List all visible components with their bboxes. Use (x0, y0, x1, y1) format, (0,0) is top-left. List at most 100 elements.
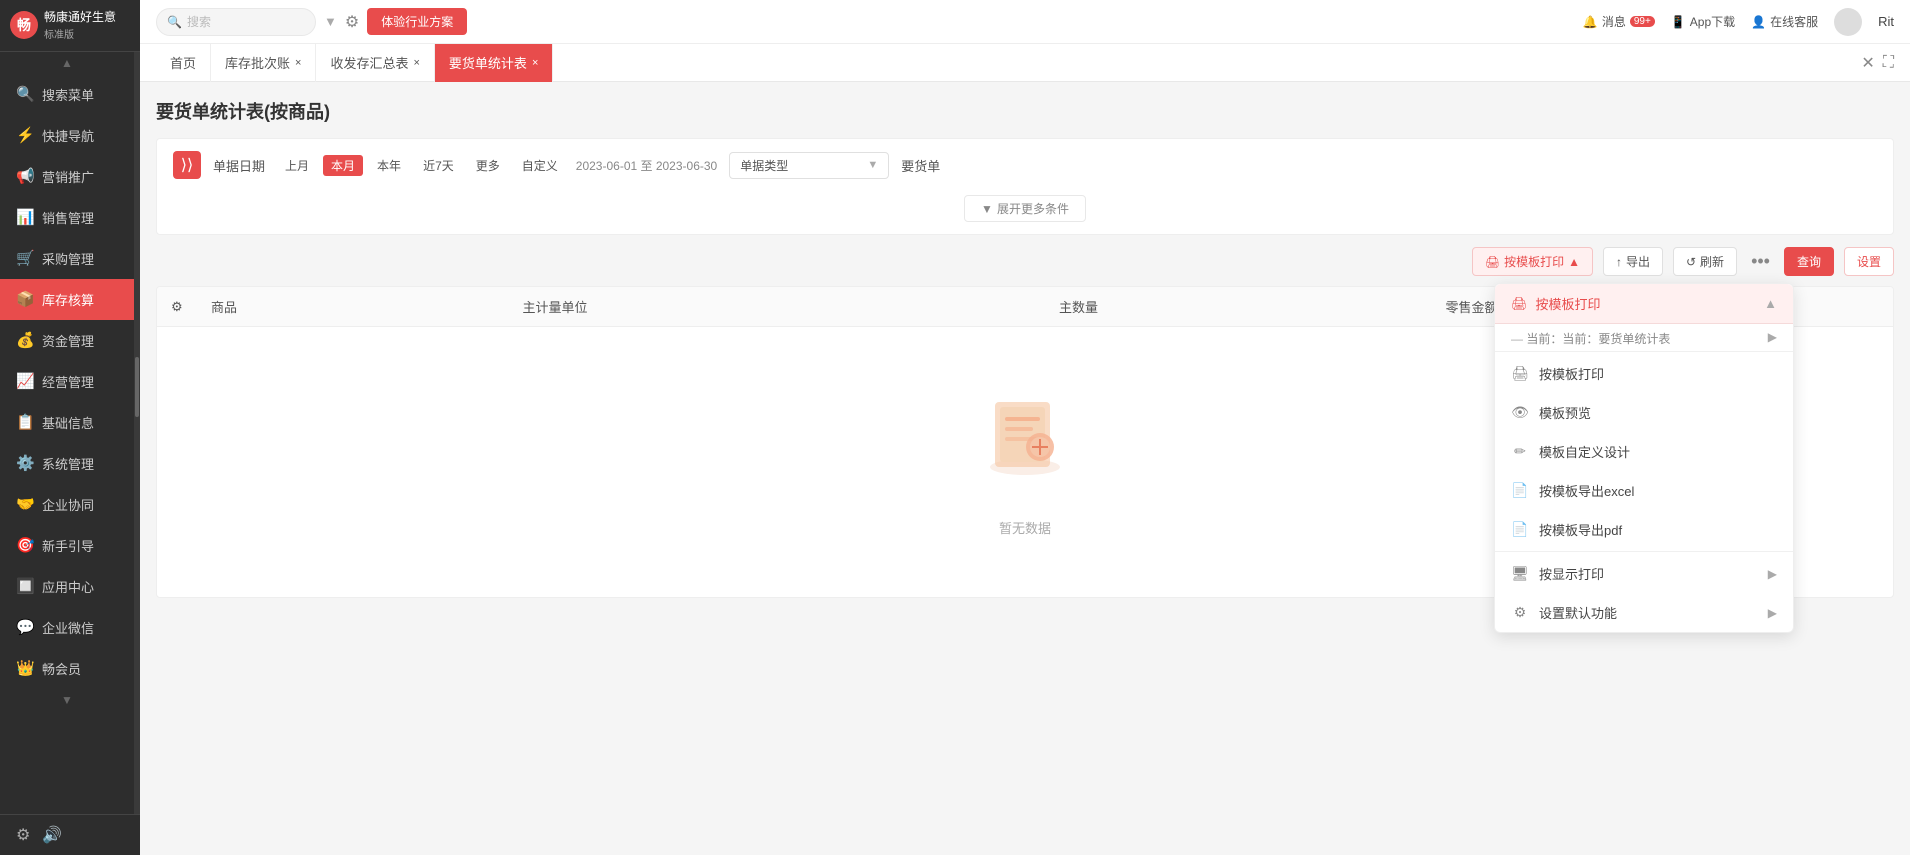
dropdown-item-display-print[interactable]: 🖥 按显示打印 ▶ (1495, 554, 1793, 593)
sales-icon: 📊 (16, 208, 34, 226)
date-option-this-month[interactable]: 本月 (323, 155, 363, 176)
search-box[interactable]: 🔍 搜索 (156, 8, 316, 36)
default-func-chevron: ▶ (1768, 606, 1777, 620)
display-print-icon: 🖥 (1511, 565, 1529, 582)
tab-order-stats-close[interactable]: × (532, 57, 538, 69)
template-excel-label: 按模板导出excel (1539, 481, 1634, 500)
dropdown-item-template-design[interactable]: ✏ 模板自定义设计 (1495, 432, 1793, 471)
member-icon: 👑 (16, 659, 34, 677)
expand-more-btn[interactable]: ▼ 展开更多条件 (964, 195, 1086, 222)
settings-col-icon[interactable]: ⚙ (171, 299, 183, 314)
filter-row-1: ⟩⟩ 单据日期 上月 本月 本年 近7天 更多 自定义 2023-06-01 至… (173, 151, 1877, 179)
sidebar-item-inventory[interactable]: 📦 库存核算 (0, 279, 134, 320)
sidebar-item-basic[interactable]: 📋 基础信息 (0, 402, 134, 443)
app-download-btn[interactable]: 📱 App下载 (1671, 13, 1735, 30)
settings-btn[interactable]: 设置 (1844, 247, 1894, 276)
dropdown-header-right: ▲ (1764, 296, 1777, 311)
select-chevron-icon: ▼ (867, 159, 878, 171)
sidebar: 畅 畅康通好生意 标准版 ▲ 🔍 搜索菜单 ⚡ 快捷导航 📢 营销推广 📊 (0, 0, 140, 855)
online-service-btn[interactable]: 👤 在线客服 (1751, 13, 1818, 30)
sidebar-item-purchase[interactable]: 🛒 采购管理 (0, 238, 134, 279)
print-label: 按模板打印 (1504, 253, 1564, 270)
settings-gear-icon[interactable]: ⚙ (345, 12, 359, 32)
sidebar-item-sales[interactable]: 📊 销售管理 (0, 197, 134, 238)
notifications-btn[interactable]: 🔔 消息 99+ (1583, 13, 1655, 30)
export-label: 导出 (1626, 253, 1650, 270)
sidebar-item-basic-label: 基础信息 (42, 413, 94, 432)
tab-order-stats[interactable]: 要货单统计表 × (435, 44, 553, 82)
sidebar-item-wechat[interactable]: 💬 企业微信 (0, 607, 134, 648)
app-download-label: App下载 (1690, 13, 1735, 30)
tab-receivable-summary[interactable]: 收发存汇总表 × (316, 44, 434, 82)
filter-expand-icon[interactable]: ⟩⟩ (173, 151, 201, 179)
sidebar-item-quick-nav[interactable]: ⚡ 快捷导航 (0, 115, 134, 156)
empty-text: 暂无数据 (999, 518, 1051, 537)
print-btn[interactable]: 🖨 按模板打印 ▲ (1472, 247, 1593, 276)
user-avatar[interactable] (1834, 8, 1862, 36)
top-header: 🔍 搜索 ▼ ⚙ 体验行业方案 🔔 消息 99+ 📱 App下载 👤 在线客服 … (140, 0, 1910, 44)
scroll-up-indicator: ▲ (0, 52, 134, 74)
sidebar-item-finance[interactable]: 💰 资金管理 (0, 320, 134, 361)
sidebar-item-search[interactable]: 🔍 搜索菜单 (0, 74, 134, 115)
action-bar: 🖨 按模板打印 ▲ ↑ 导出 ↺ 刷新 ••• 查询 设置 (156, 247, 1894, 276)
print-header-icon: 🖨 (1511, 296, 1528, 312)
logo-tag: 标准版 (44, 26, 116, 41)
trial-btn[interactable]: 体验行业方案 (367, 8, 467, 35)
sidebar-item-marketing[interactable]: 📢 营销推广 (0, 156, 134, 197)
table-col-unit: 主计量单位 (509, 287, 1045, 327)
sidebar-item-operation[interactable]: 📈 经营管理 (0, 361, 134, 402)
guide-icon: 🎯 (16, 536, 34, 554)
sidebar-item-app-center[interactable]: 🔲 应用中心 (0, 566, 134, 607)
tab-inventory-batch-close[interactable]: × (295, 57, 301, 69)
date-option-last-month[interactable]: 上月 (277, 155, 317, 176)
online-service-label: 在线客服 (1770, 13, 1818, 30)
dropdown-item-default-func[interactable]: ⚙ 设置默认功能 ▶ (1495, 593, 1793, 632)
sidebar-audio-icon[interactable]: 🔊 (42, 825, 62, 845)
date-option-custom[interactable]: 自定义 (514, 155, 566, 176)
marketing-icon: 📢 (16, 167, 34, 185)
dropdown-item-template-preview[interactable]: 👁 模板预览 (1495, 393, 1793, 432)
wechat-icon: 💬 (16, 618, 34, 636)
template-design-icon: ✏ (1511, 443, 1529, 460)
order-type-select[interactable]: 单据类型 ▼ (729, 152, 889, 179)
table-col-checkbox[interactable]: ⚙ (157, 287, 197, 327)
divider-1 (1495, 351, 1793, 352)
maximize-icon[interactable]: ⛶ (1883, 54, 1894, 72)
sidebar-item-collab[interactable]: 🤝 企业协同 (0, 484, 134, 525)
collab-icon: 🤝 (16, 495, 34, 513)
sidebar-scroll-thumb (135, 357, 139, 417)
sidebar-item-member[interactable]: 👑 畅会员 (0, 648, 134, 689)
dropdown-collapse-icon[interactable]: ▲ (1764, 296, 1777, 311)
tab-home[interactable]: 首页 (156, 44, 211, 82)
date-option-this-year[interactable]: 本年 (369, 155, 409, 176)
dropdown-arrow[interactable]: ▼ (324, 14, 337, 29)
sidebar-item-system[interactable]: ⚙️ 系统管理 (0, 443, 134, 484)
sidebar-logo: 畅 畅康通好生意 标准版 (0, 0, 140, 52)
tab-receivable-close[interactable]: × (413, 57, 419, 69)
table-col-quantity: 主数量 (1045, 287, 1432, 327)
dropdown-current-label: 当前： (1526, 332, 1562, 346)
sidebar-item-inventory-label: 库存核算 (42, 290, 94, 309)
logo-name: 畅康通好生意 (44, 10, 116, 26)
sidebar-menu: ▲ 🔍 搜索菜单 ⚡ 快捷导航 📢 营销推广 📊 销售管理 🛒 采购管理 (0, 52, 134, 814)
more-options-btn[interactable]: ••• (1747, 251, 1774, 272)
sidebar-settings-icon[interactable]: ⚙ (16, 825, 30, 845)
query-btn[interactable]: 查询 (1784, 247, 1834, 276)
tab-inventory-batch[interactable]: 库存批次账 × (211, 44, 316, 82)
logo-icon: 畅 (10, 11, 38, 39)
date-option-7days[interactable]: 近7天 (415, 155, 462, 176)
date-option-more[interactable]: 更多 (468, 155, 508, 176)
dropdown-item-template-excel[interactable]: 📄 按模板导出excel (1495, 471, 1793, 510)
yh-label: 要货单 (901, 156, 940, 175)
dropdown-current-arrow: ▶ (1768, 330, 1777, 344)
download-icon: 📱 (1671, 15, 1686, 29)
close-window-icon[interactable]: ✕ (1861, 53, 1874, 73)
refresh-btn[interactable]: ↺ 刷新 (1673, 247, 1737, 276)
template-design-label: 模板自定义设计 (1539, 442, 1630, 461)
empty-illustration (975, 387, 1075, 506)
dropdown-item-template-print[interactable]: 🖨 按模板打印 (1495, 354, 1793, 393)
dropdown-item-template-pdf[interactable]: 📄 按模板导出pdf (1495, 510, 1793, 549)
tab-maximize: ✕ ⛶ (1861, 53, 1894, 73)
sidebar-item-guide[interactable]: 🎯 新手引导 (0, 525, 134, 566)
export-btn[interactable]: ↑ 导出 (1603, 247, 1663, 276)
